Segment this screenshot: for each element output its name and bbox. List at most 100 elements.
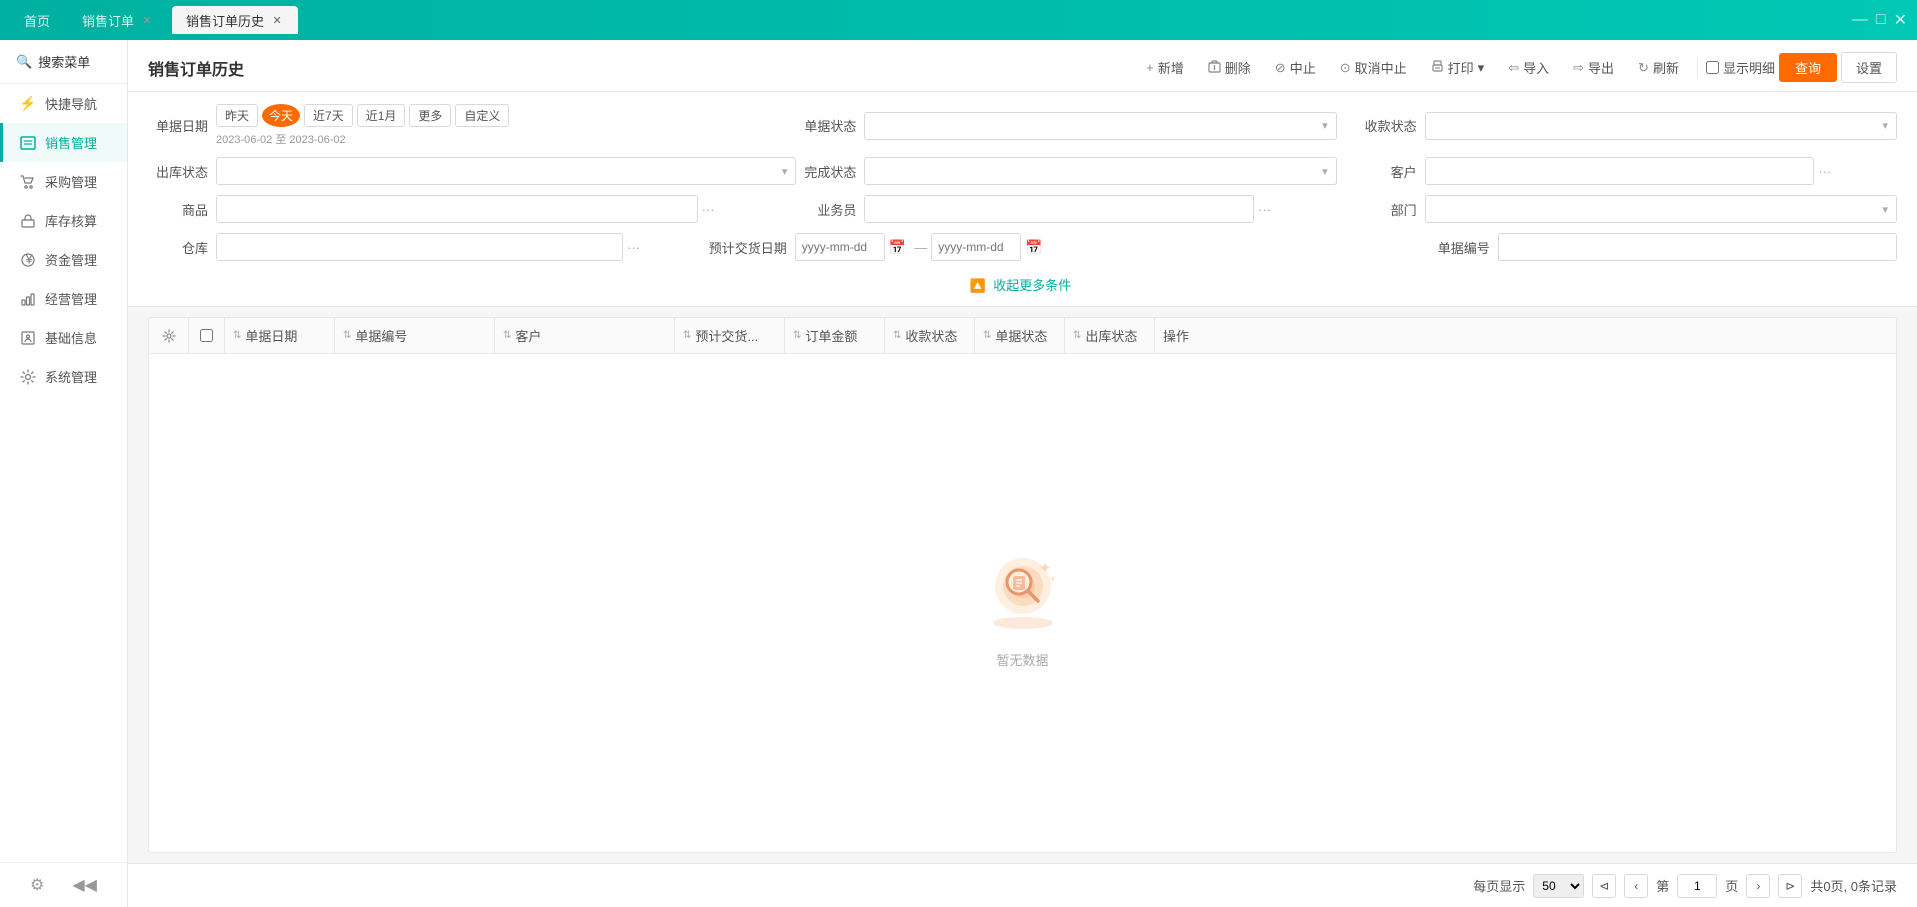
query-label: 查询 (1795, 58, 1821, 77)
sidebar-item-quick-nav[interactable]: ⚡ 快捷导航 (0, 84, 127, 123)
th-order-no[interactable]: ⇅ 单据编号 (335, 318, 495, 353)
cancel-stop-button[interactable]: ⊙ 取消中止 (1330, 53, 1417, 82)
sidebar-item-sales-mgmt[interactable]: 销售管理 (0, 123, 127, 162)
tab-sales-order-history[interactable]: 销售订单历史 ✕ (172, 6, 298, 34)
quick-nav-icon: ⚡ (19, 95, 37, 113)
warehouse-input[interactable] (216, 233, 623, 261)
print-button[interactable]: 打印 ▾ (1421, 53, 1495, 82)
next-page-button[interactable]: › (1746, 874, 1770, 898)
sidebar-item-purchase-mgmt[interactable]: 采购管理 (0, 162, 127, 201)
sales-rep-input[interactable] (864, 195, 1254, 223)
customer-input[interactable] (1425, 157, 1815, 185)
settings-bottom-icon[interactable]: ⚙ (30, 875, 44, 895)
th-settings[interactable] (149, 318, 189, 353)
last-page-button[interactable]: ⊳ (1778, 874, 1802, 898)
display-columns-toggle[interactable]: 显示明细 (1706, 58, 1775, 77)
sidebar-item-operation[interactable]: 经营管理 (0, 279, 127, 318)
per-page-select[interactable]: 50 10 20 100 (1533, 874, 1584, 898)
date-btn-custom[interactable]: 自定义 (455, 104, 509, 127)
refresh-button[interactable]: ↻ 刷新 (1628, 53, 1689, 82)
dept-select[interactable]: ▾ (1425, 195, 1897, 223)
search-menu-label: 搜索菜单 (38, 52, 90, 71)
th-customer[interactable]: ⇅ 客户 (495, 318, 675, 353)
collapse-sidebar-icon[interactable]: ◀◀ (72, 875, 97, 895)
page-number-input[interactable] (1677, 874, 1717, 898)
sidebar-item-basic-info[interactable]: 基础信息 (0, 318, 127, 357)
tab-sales-order-label: 销售订单 (82, 11, 134, 30)
filter-area: 单据日期 昨天 今天 近7天 近1月 更多 自定义 2023-06-02 至 2… (128, 92, 1917, 307)
sidebar-item-basic-info-label: 基础信息 (45, 328, 97, 347)
th-date[interactable]: ⇅ 单据日期 (225, 318, 335, 353)
tab-sales-order[interactable]: 销售订单 ✕ (68, 6, 168, 34)
content-area: 销售订单历史 + 新增 删除 ⊘ 中止 ⊙ 取消中 (128, 40, 1917, 907)
toolbar: + 新增 删除 ⊘ 中止 ⊙ 取消中止 (1136, 52, 1897, 83)
sales-rep-more-icon[interactable]: ··· (1258, 202, 1271, 217)
date-dash: — (914, 240, 927, 255)
first-page-button[interactable]: ⊲ (1592, 874, 1616, 898)
warehouse-more-icon[interactable]: ··· (627, 240, 640, 255)
order-status-select[interactable]: ▾ (864, 112, 1336, 140)
filter-goods: 商品 ··· (148, 195, 796, 223)
calendar-from-icon[interactable]: 📅 (889, 239, 906, 256)
date-btn-today[interactable]: 今天 (262, 104, 300, 127)
maximize-icon[interactable]: □ (1876, 11, 1886, 29)
table-area: ⇅ 单据日期 ⇅ 单据编号 ⇅ 客户 ⇅ 预计交货... ⇅ 订单金额 (148, 317, 1897, 853)
stop-icon: ⊘ (1275, 60, 1286, 76)
complete-status-select[interactable]: ▾ (864, 157, 1336, 185)
date-filter-buttons: 昨天 今天 近7天 近1月 更多 自定义 (216, 104, 509, 127)
sidebar-item-finance[interactable]: ¥ 资金管理 (0, 240, 127, 279)
payment-status-arrow-icon: ▾ (1882, 119, 1888, 132)
sidebar-item-system-label: 系统管理 (45, 367, 97, 386)
collapse-bar[interactable]: 🔼 收起更多条件 (148, 271, 1897, 294)
goods-more-icon[interactable]: ··· (702, 202, 715, 217)
date-btn-7days[interactable]: 近7天 (304, 104, 353, 127)
th-amount[interactable]: ⇅ 订单金额 (785, 318, 885, 353)
calendar-to-icon[interactable]: 📅 (1025, 239, 1042, 256)
search-menu[interactable]: 🔍 搜索菜单 (0, 40, 127, 84)
filter-complete-status: 完成状态 ▾ (796, 157, 1336, 185)
date-btn-yesterday[interactable]: 昨天 (216, 104, 258, 127)
collapse-icon: 🔼 (970, 278, 986, 293)
tab-sales-order-history-close[interactable]: ✕ (270, 13, 284, 27)
th-payment-status[interactable]: ⇅ 收款状态 (885, 318, 975, 353)
date-btn-1month[interactable]: 近1月 (357, 104, 406, 127)
delete-button[interactable]: 删除 (1198, 53, 1261, 82)
th-out-label: 出库状态 (1085, 326, 1137, 345)
th-out-status[interactable]: ⇅ 出库状态 (1065, 318, 1155, 353)
th-check[interactable] (189, 318, 225, 353)
collapse-label: 收起更多条件 (993, 278, 1071, 293)
sort-payment-icon: ⇅ (893, 330, 901, 341)
payment-status-select[interactable]: ▾ (1425, 112, 1897, 140)
goods-input[interactable] (216, 195, 698, 223)
stop-label: 中止 (1290, 58, 1316, 77)
out-status-select[interactable]: ▾ (216, 157, 796, 185)
close-icon[interactable]: ✕ (1894, 10, 1907, 30)
sidebar-item-system[interactable]: 系统管理 (0, 357, 127, 396)
delivery-date-from[interactable] (795, 233, 885, 261)
order-no-input[interactable] (1498, 233, 1897, 261)
check-all-checkbox[interactable] (200, 329, 213, 342)
table-header: ⇅ 单据日期 ⇅ 单据编号 ⇅ 客户 ⇅ 预计交货... ⇅ 订单金额 (149, 318, 1896, 354)
prev-page-button[interactable]: ‹ (1624, 874, 1648, 898)
filter-customer: 客户 ··· (1357, 157, 1897, 185)
th-delivery[interactable]: ⇅ 预计交货... (675, 318, 785, 353)
order-no-label: 单据编号 (1430, 238, 1490, 257)
query-button[interactable]: 查询 (1779, 53, 1837, 82)
tab-sales-order-close[interactable]: ✕ (140, 13, 154, 27)
set-button[interactable]: 设置 (1841, 52, 1897, 83)
delivery-date-to[interactable] (931, 233, 1021, 261)
display-columns-checkbox[interactable] (1706, 61, 1719, 74)
th-order-status[interactable]: ⇅ 单据状态 (975, 318, 1065, 353)
th-delivery-label: 预计交货... (695, 326, 758, 345)
stop-button[interactable]: ⊘ 中止 (1265, 53, 1326, 82)
minimize-icon[interactable]: — (1852, 11, 1868, 29)
warehouse-label: 仓库 (148, 238, 208, 257)
export-button[interactable]: ⇨ 导出 (1563, 53, 1624, 82)
import-button[interactable]: ⇦ 导入 (1498, 53, 1559, 82)
sidebar-item-inventory[interactable]: 库存核算 (0, 201, 127, 240)
date-btn-more[interactable]: 更多 (409, 104, 451, 127)
sort-amount-icon: ⇅ (793, 330, 801, 341)
add-button[interactable]: + 新增 (1136, 53, 1194, 82)
customer-more-icon[interactable]: ··· (1818, 164, 1831, 179)
tab-home[interactable]: 首页 (10, 6, 64, 34)
